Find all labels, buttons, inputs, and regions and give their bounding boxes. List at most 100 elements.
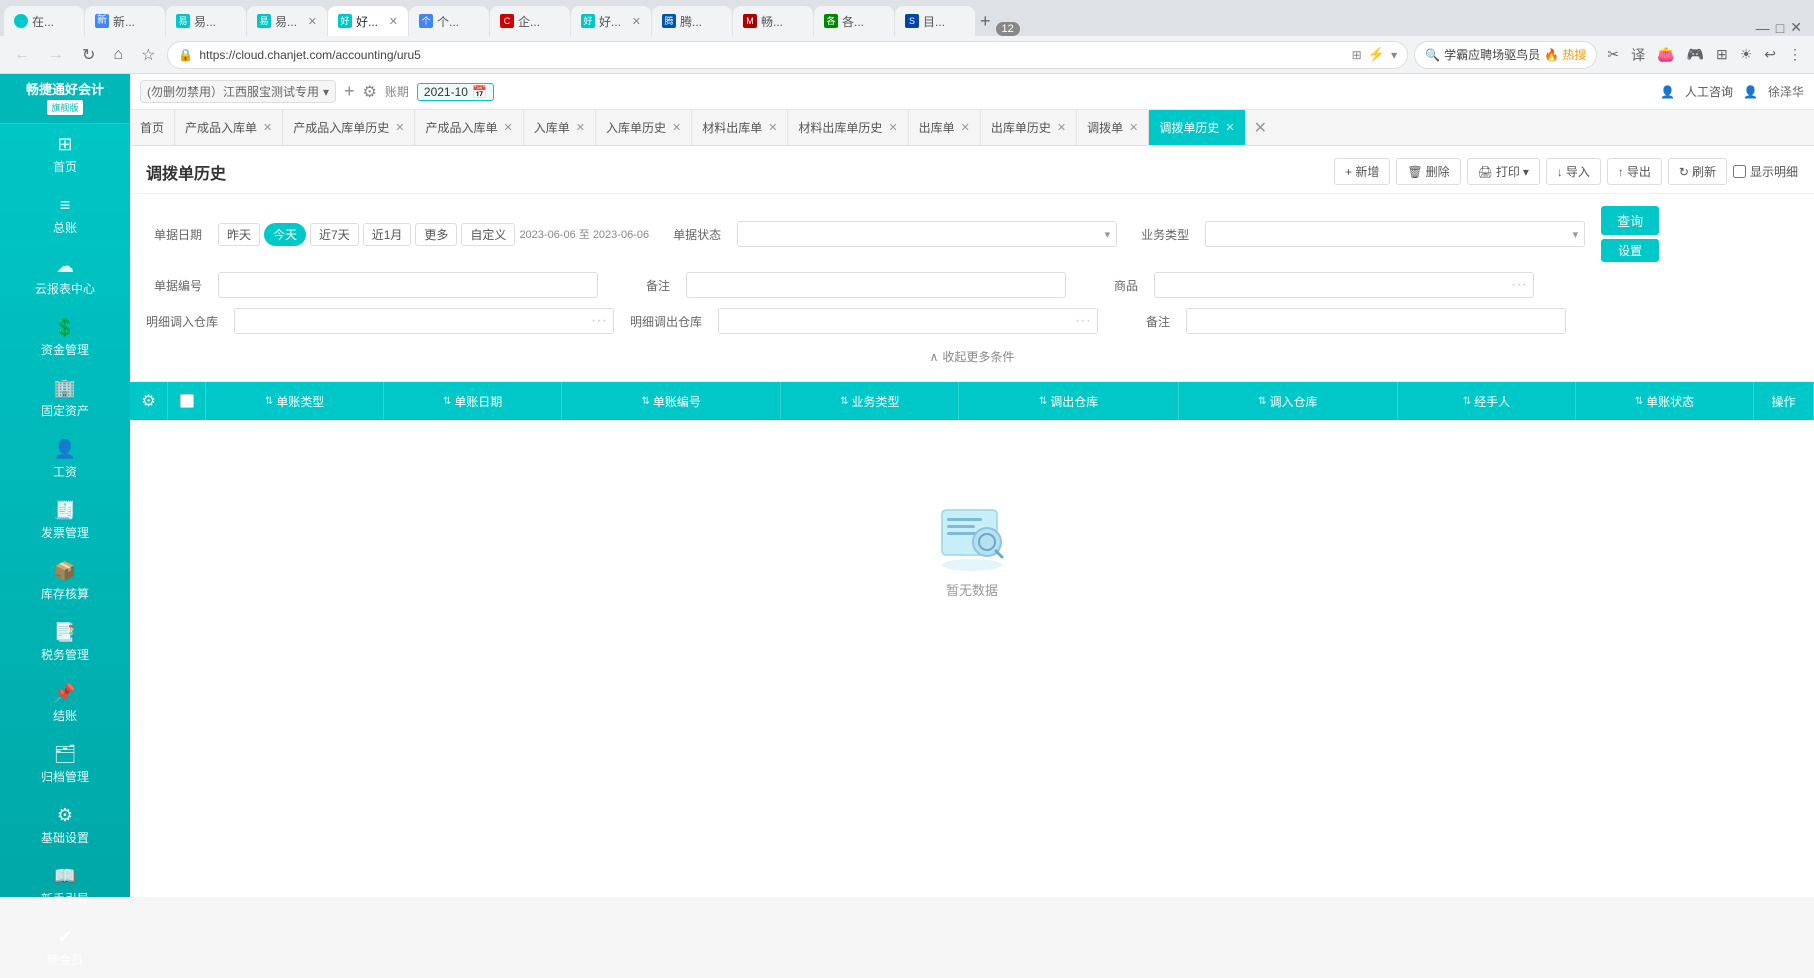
page-tab-close-product-in2[interactable]: ✕ (504, 121, 513, 134)
brightness-button[interactable]: ☀ (1736, 41, 1757, 69)
page-tab-in-order[interactable]: 入库单 ✕ (524, 110, 596, 146)
history-back-button[interactable]: ↩ (1760, 41, 1780, 69)
page-tab-close-material-out[interactable]: ✕ (768, 121, 777, 134)
page-tab-material-out[interactable]: 材料出库单 ✕ (692, 110, 788, 146)
print-button[interactable]: 🖨 打印 ▾ (1467, 158, 1540, 185)
page-tab-close-material-out-history[interactable]: ✕ (888, 121, 897, 134)
th-biz[interactable]: ⇅ 业务类型 (781, 382, 959, 420)
window-maximize[interactable]: □ (1776, 20, 1784, 36)
page-tab-close-transfer-history[interactable]: ✕ (1225, 121, 1234, 134)
settings-company-button[interactable]: ⚙ (363, 82, 377, 102)
user-name[interactable]: 徐泽华 (1768, 83, 1804, 100)
browser-tab-11[interactable]: 各 各... (814, 6, 894, 36)
game-button[interactable]: 🎮 (1683, 41, 1708, 69)
sidebar-item-inventory[interactable]: 📦 库存核算 (0, 551, 130, 612)
biz-type-filter-select[interactable]: ▾ (1205, 221, 1585, 247)
sidebar-item-home[interactable]: ⊞ 首页 (0, 124, 130, 185)
sidebar-item-guide[interactable]: 📖 新手引导 (0, 856, 130, 917)
company-select[interactable]: (勿删勿禁用）江西服宝测试专用 ▾ (140, 80, 336, 103)
translate-button[interactable]: 译 (1627, 41, 1649, 69)
remark-filter-input[interactable] (686, 272, 1066, 298)
th-checkbox[interactable] (168, 382, 206, 420)
browser-tab-6[interactable]: 个 个... (409, 6, 489, 36)
page-tab-transfer[interactable]: 调拨单 ✕ (1077, 110, 1149, 146)
page-tab-close-product-in[interactable]: ✕ (263, 121, 272, 134)
sidebar-item-ledger[interactable]: ≡ 总账 (0, 185, 130, 246)
sidebar-item-reports[interactable]: ☁ 云报表中心 (0, 246, 130, 307)
sidebar-item-capital[interactable]: 💲 资金管理 (0, 307, 130, 368)
window-minimize[interactable]: — (1756, 20, 1770, 36)
sidebar-item-fixed-assets[interactable]: 🏢 固定资产 (0, 368, 130, 429)
more-button[interactable]: ⋮ (1784, 41, 1806, 69)
window-close[interactable]: ✕ (1790, 19, 1802, 36)
sidebar-item-archive[interactable]: 🗂 归档管理 (0, 734, 130, 795)
page-tab-in-history[interactable]: 入库单历史 ✕ (596, 110, 692, 146)
page-tab-transfer-history[interactable]: 调拨单历史 ✕ (1149, 110, 1245, 146)
browser-tab-10[interactable]: M 畅... (733, 6, 813, 36)
browser-tab-7[interactable]: C 企... (490, 6, 570, 36)
th-handler[interactable]: ⇅ 经手人 (1398, 382, 1576, 420)
display-detail-checkbox-label[interactable]: 显示明细 (1733, 163, 1798, 180)
settings-button[interactable]: 设置 (1601, 239, 1659, 262)
page-tab-close-out-order[interactable]: ✕ (961, 121, 970, 134)
browser-tab-4[interactable]: 易 易... ✕ (247, 6, 327, 36)
query-button[interactable]: 查询 (1601, 206, 1659, 235)
date-btn-7days[interactable]: 近7天 (310, 223, 359, 246)
th-num[interactable]: ⇅ 单账编号 (562, 382, 781, 420)
forward-button[interactable]: → (42, 42, 70, 68)
page-tab-product-in2[interactable]: 产成品入库单 ✕ (415, 110, 523, 146)
page-tab-out-order[interactable]: 出库单 ✕ (909, 110, 981, 146)
bookmark-button[interactable]: ☆ (135, 41, 161, 69)
close-all-tabs-button[interactable]: ✕ (1246, 118, 1275, 138)
order-num-filter-input[interactable] (218, 272, 598, 298)
grid-button[interactable]: ⊞ (1712, 41, 1732, 69)
page-tab-close-product-in-history[interactable]: ✕ (395, 121, 404, 134)
address-bar-settings[interactable]: ⊞ (1352, 48, 1362, 62)
detail-in-filter-select[interactable]: ··· (234, 308, 614, 334)
date-btn-custom[interactable]: 自定义 (461, 223, 515, 246)
date-btn-more[interactable]: 更多 (415, 223, 457, 246)
th-in-warehouse[interactable]: ⇅ 调入仓库 (1179, 382, 1398, 420)
date-btn-1month[interactable]: 近1月 (363, 223, 412, 246)
new-tab-button[interactable]: + (976, 7, 995, 36)
scissors-button[interactable]: ✂ (1603, 41, 1623, 69)
sidebar-item-invoice[interactable]: 🧾 发票管理 (0, 490, 130, 551)
export-button[interactable]: ↑ 导出 (1607, 158, 1662, 185)
back-button[interactable]: ← (8, 42, 36, 68)
reload-button[interactable]: ↻ (76, 41, 101, 69)
import-button[interactable]: ↓ 导入 (1546, 158, 1601, 185)
detail-out-filter-select[interactable]: ··· (718, 308, 1098, 334)
browser-tab-1[interactable]: 在... (4, 6, 84, 36)
page-tab-close-transfer[interactable]: ✕ (1129, 121, 1138, 134)
period-value[interactable]: 2021-10 📅 (417, 83, 494, 101)
new-button[interactable]: + 新增 (1334, 158, 1390, 185)
status-filter-select[interactable]: ▾ (737, 221, 1117, 247)
page-tab-close-in-history[interactable]: ✕ (672, 121, 681, 134)
th-type[interactable]: ⇅ 单账类型 (206, 382, 384, 420)
detail-remark-filter-input[interactable] (1186, 308, 1566, 334)
th-out-warehouse[interactable]: ⇅ 调出仓库 (959, 382, 1178, 420)
th-status[interactable]: ⇅ 单账状态 (1576, 382, 1754, 420)
goods-filter-dots[interactable]: ··· (1511, 276, 1527, 294)
browser-tab-3[interactable]: 易 易... (166, 6, 246, 36)
detail-out-filter-dots[interactable]: ··· (1075, 312, 1091, 330)
page-tab-close-in-order[interactable]: ✕ (576, 121, 585, 134)
page-tab-out-history[interactable]: 出库单历史 ✕ (981, 110, 1077, 146)
browser-tab-2[interactable]: 新 新... (85, 6, 165, 36)
tab-close-8[interactable]: ✕ (632, 15, 641, 28)
browser-tab-5[interactable]: 好 好... ✕ (328, 6, 408, 36)
page-tab-material-out-history[interactable]: 材料出库单历史 ✕ (788, 110, 908, 146)
browser-tab-12[interactable]: S 目... (895, 6, 975, 36)
browser-tab-9[interactable]: 腾 腾... (652, 6, 732, 36)
wallet-button[interactable]: 👛 (1653, 41, 1678, 69)
select-all-checkbox[interactable] (180, 394, 194, 408)
tab-close-5[interactable]: ✕ (389, 15, 398, 28)
page-tab-home[interactable]: 首页 (130, 110, 175, 146)
date-btn-yesterday[interactable]: 昨天 (218, 223, 260, 246)
support-link[interactable]: 人工咨询 (1685, 83, 1733, 100)
address-bar[interactable]: 🔒 https://cloud.chanjet.com/accounting/u… (167, 41, 1408, 69)
search-box[interactable]: 🔍 学霸应聘场驱鸟员 🔥 热搜 (1414, 41, 1597, 69)
goods-filter-select[interactable]: ··· (1154, 272, 1534, 298)
refresh-button[interactable]: ↻ 刷新 (1668, 158, 1727, 185)
home-button[interactable]: ⌂ (107, 42, 129, 68)
